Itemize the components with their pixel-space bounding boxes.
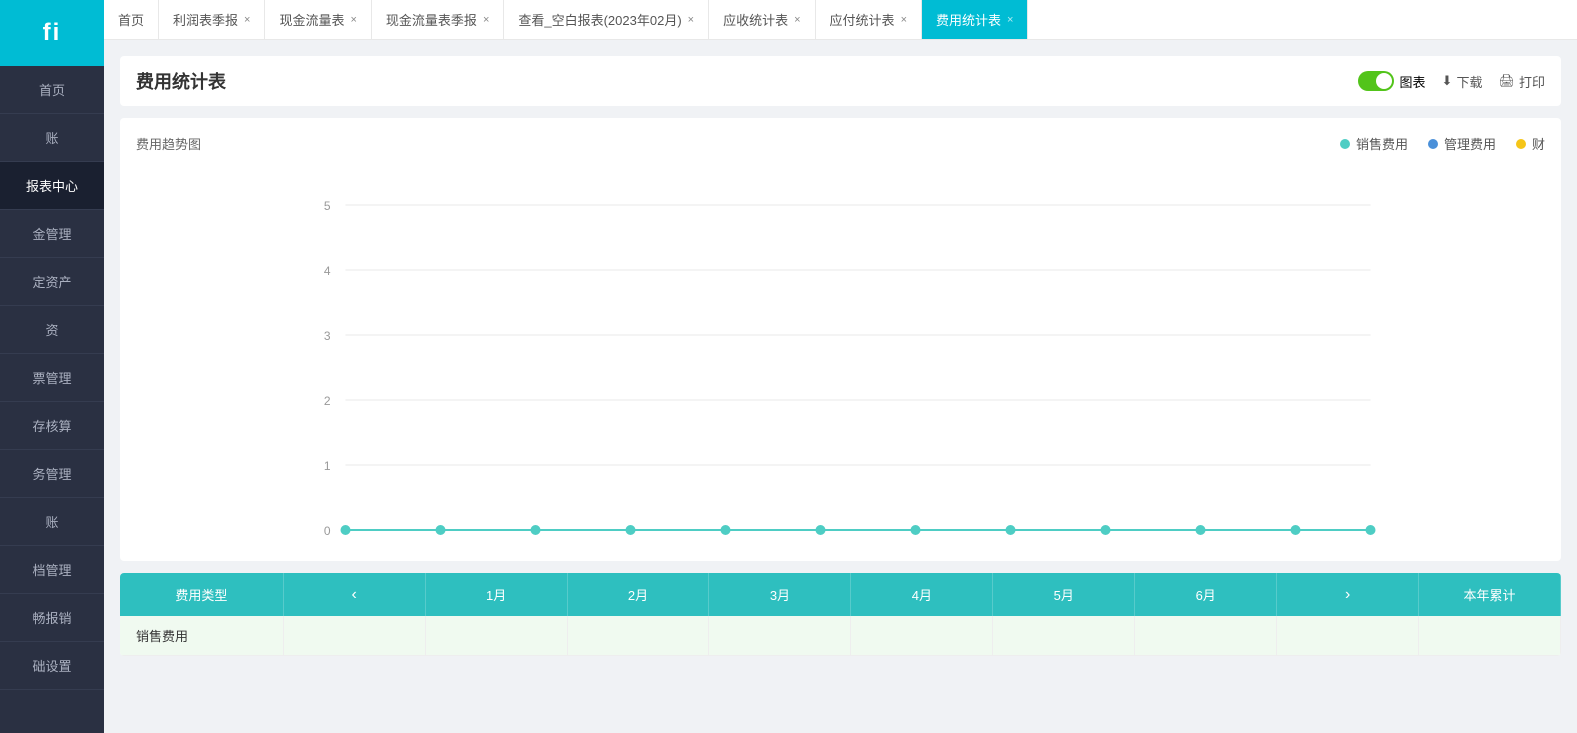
tab-expense-stats[interactable]: 费用统计表 × (922, 0, 1028, 39)
sidebar-item-account[interactable]: 账 (0, 114, 104, 162)
svg-text:2: 2 (324, 394, 331, 408)
svg-text:4月: 4月 (621, 544, 640, 545)
svg-text:5: 5 (324, 199, 331, 213)
td-ytd (1419, 616, 1561, 655)
sidebar-item-resource[interactable]: 资 (0, 306, 104, 354)
legend-dot-admin (1428, 139, 1438, 149)
sidebar-item-service[interactable]: 务管理 (0, 450, 104, 498)
chart-svg: 5 4 3 2 1 0 (136, 165, 1545, 545)
tab-close-blank-report[interactable]: × (688, 14, 694, 26)
table-header: 费用类型 ‹ 1月 2月 3月 4月 5月 (120, 573, 1561, 616)
svg-text:6月: 6月 (811, 544, 830, 545)
svg-text:12月: 12月 (1358, 544, 1383, 545)
prev-month-icon[interactable]: ‹ (352, 586, 357, 604)
sidebar-item-fund[interactable]: 金管理 (0, 210, 104, 258)
sidebar-item-settings[interactable]: 础设置 (0, 642, 104, 690)
svg-text:10月: 10月 (1188, 544, 1213, 545)
chart-header: 费用趋势图 销售费用 管理费用 财 (136, 134, 1545, 153)
table-row: 销售费用 (120, 616, 1561, 656)
td-m2 (568, 616, 710, 655)
th-type: 费用类型 (120, 573, 284, 616)
download-button[interactable]: ⬇ 下载 (1442, 72, 1483, 91)
svg-text:4: 4 (324, 264, 331, 278)
tab-blank-report[interactable]: 查看_空白报表(2023年02月) × (504, 0, 709, 39)
svg-text:1: 1 (324, 459, 331, 473)
sidebar-item-archive[interactable]: 档管理 (0, 546, 104, 594)
next-month-icon[interactable]: › (1345, 586, 1350, 604)
main-area: 首页 利润表季报 × 现金流量表 × 现金流量表季报 × 查看_空白报表(202… (104, 0, 1577, 733)
svg-text:11月: 11月 (1283, 544, 1307, 545)
sidebar-item-home[interactable]: 首页 (0, 66, 104, 114)
th-month-6: 6月 (1135, 573, 1277, 616)
legend-dot-sales (1340, 139, 1350, 149)
svg-text:5月: 5月 (716, 544, 735, 545)
legend-sales: 销售费用 (1340, 134, 1408, 153)
tab-bar: 首页 利润表季报 × 现金流量表 × 现金流量表季报 × 查看_空白报表(202… (104, 0, 1577, 40)
tab-receivable[interactable]: 应收统计表 × (709, 0, 815, 39)
svg-text:1月: 1月 (336, 544, 355, 545)
td-spacer2 (1277, 616, 1419, 655)
chart-toggle-wrap[interactable]: 图表 (1358, 71, 1426, 91)
tab-close-payable[interactable]: × (901, 14, 907, 26)
tab-profit-quarterly[interactable]: 利润表季报 × (159, 0, 265, 39)
td-type-sales: 销售费用 (120, 616, 284, 655)
tab-close-profit-quarterly[interactable]: × (244, 14, 250, 26)
th-ytd-total: 本年累计 (1419, 573, 1561, 616)
th-month-1: 1月 (426, 573, 568, 616)
tab-close-receivable[interactable]: × (794, 14, 800, 26)
expense-table: 费用类型 ‹ 1月 2月 3月 4月 5月 (120, 573, 1561, 656)
chart-section: 费用趋势图 销售费用 管理费用 财 (120, 118, 1561, 561)
th-month-5: 5月 (993, 573, 1135, 616)
tab-close-expense-stats[interactable]: × (1007, 14, 1013, 26)
print-button[interactable]: 🖨 打印 (1498, 72, 1545, 91)
sidebar: fi 首页 账 报表中心 金管理 定资产 资 票管理 存核算 务管理 账 档管理… (0, 0, 104, 733)
th-month-3: 3月 (709, 573, 851, 616)
download-icon: ⬇ (1442, 73, 1453, 89)
tab-cashflow[interactable]: 现金流量表 × (265, 0, 371, 39)
tab-cashflow-quarterly[interactable]: 现金流量表季报 × (372, 0, 504, 39)
page-header: 费用统计表 图表 ⬇ 下载 🖨 打印 (120, 56, 1561, 106)
td-m3 (709, 616, 851, 655)
td-m1 (426, 616, 568, 655)
svg-text:3: 3 (324, 329, 331, 343)
legend-dot-finance (1516, 139, 1526, 149)
svg-text:3月: 3月 (526, 544, 545, 545)
td-m5 (993, 616, 1135, 655)
th-prev-btn[interactable]: ‹ (284, 573, 426, 616)
sidebar-item-expense[interactable]: 畅报销 (0, 594, 104, 642)
sidebar-item-assets[interactable]: 定资产 (0, 258, 104, 306)
print-icon: 🖨 (1498, 73, 1515, 89)
sidebar-item-ledger[interactable]: 账 (0, 498, 104, 546)
tab-close-cashflow[interactable]: × (350, 14, 356, 26)
page-title: 费用统计表 (136, 68, 226, 94)
sidebar-item-invoice[interactable]: 票管理 (0, 354, 104, 402)
th-month-2: 2月 (568, 573, 710, 616)
svg-text:9月: 9月 (1096, 544, 1115, 545)
svg-text:2月: 2月 (431, 544, 450, 545)
sidebar-item-inventory[interactable]: 存核算 (0, 402, 104, 450)
tab-home[interactable]: 首页 (104, 0, 159, 39)
td-spacer (284, 616, 426, 655)
svg-text:7月: 7月 (906, 544, 925, 545)
content-area: 费用统计表 图表 ⬇ 下载 🖨 打印 费用趋势图 (104, 40, 1577, 733)
legend-admin: 管理费用 (1428, 134, 1496, 153)
td-m6 (1135, 616, 1277, 655)
tab-payable[interactable]: 应付统计表 × (816, 0, 922, 39)
chart-title: 费用趋势图 (136, 134, 201, 153)
th-next-btn[interactable]: › (1277, 573, 1419, 616)
legend-finance: 财 (1516, 134, 1545, 153)
td-m4 (851, 616, 993, 655)
chart-legend: 销售费用 管理费用 财 (1340, 134, 1545, 153)
chart-svg-container: 5 4 3 2 1 0 (136, 165, 1545, 545)
tab-close-cashflow-quarterly[interactable]: × (483, 14, 489, 26)
th-month-4: 4月 (851, 573, 993, 616)
chart-toggle-label: 图表 (1400, 72, 1426, 91)
sidebar-item-reports[interactable]: 报表中心 (0, 162, 104, 210)
svg-text:0: 0 (324, 524, 331, 538)
sidebar-logo: fi (0, 0, 104, 66)
header-actions: 图表 ⬇ 下载 🖨 打印 (1358, 71, 1545, 91)
chart-toggle[interactable] (1358, 71, 1394, 91)
svg-text:8月: 8月 (1001, 544, 1020, 545)
